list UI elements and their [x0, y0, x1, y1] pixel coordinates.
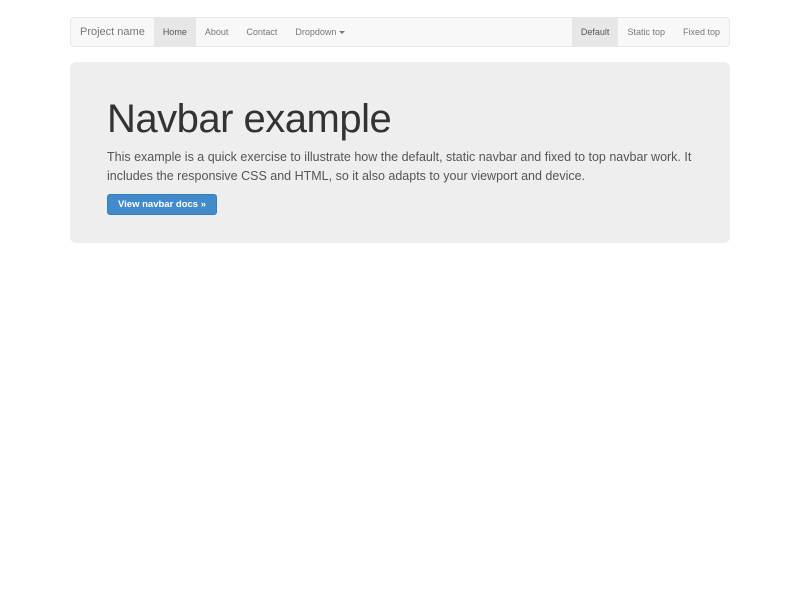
caret-down-icon — [339, 31, 345, 34]
nav-item-dropdown-label: Dropdown — [295, 27, 336, 37]
nav-item-dropdown[interactable]: Dropdown — [286, 18, 354, 46]
page-title: Navbar example — [107, 98, 693, 140]
jumbotron-description: This example is a quick exercise to illu… — [107, 148, 695, 186]
nav-item-default[interactable]: Default — [572, 18, 619, 46]
jumbotron: Navbar example This example is a quick e… — [70, 62, 730, 243]
nav-item-about[interactable]: About — [196, 18, 238, 46]
nav-item-home[interactable]: Home — [154, 18, 196, 46]
navbar-brand[interactable]: Project name — [71, 18, 154, 46]
nav-item-static-top[interactable]: Static top — [618, 18, 674, 46]
page-container: Project name Home About Contact Dropdown… — [70, 17, 730, 243]
view-navbar-docs-button[interactable]: View navbar docs » — [107, 194, 217, 215]
nav-item-fixed-top[interactable]: Fixed top — [674, 18, 729, 46]
nav-item-contact[interactable]: Contact — [237, 18, 286, 46]
navbar-left-nav: Home About Contact Dropdown — [154, 18, 355, 46]
navbar-right-nav: Default Static top Fixed top — [572, 18, 729, 46]
navbar: Project name Home About Contact Dropdown… — [70, 17, 730, 47]
